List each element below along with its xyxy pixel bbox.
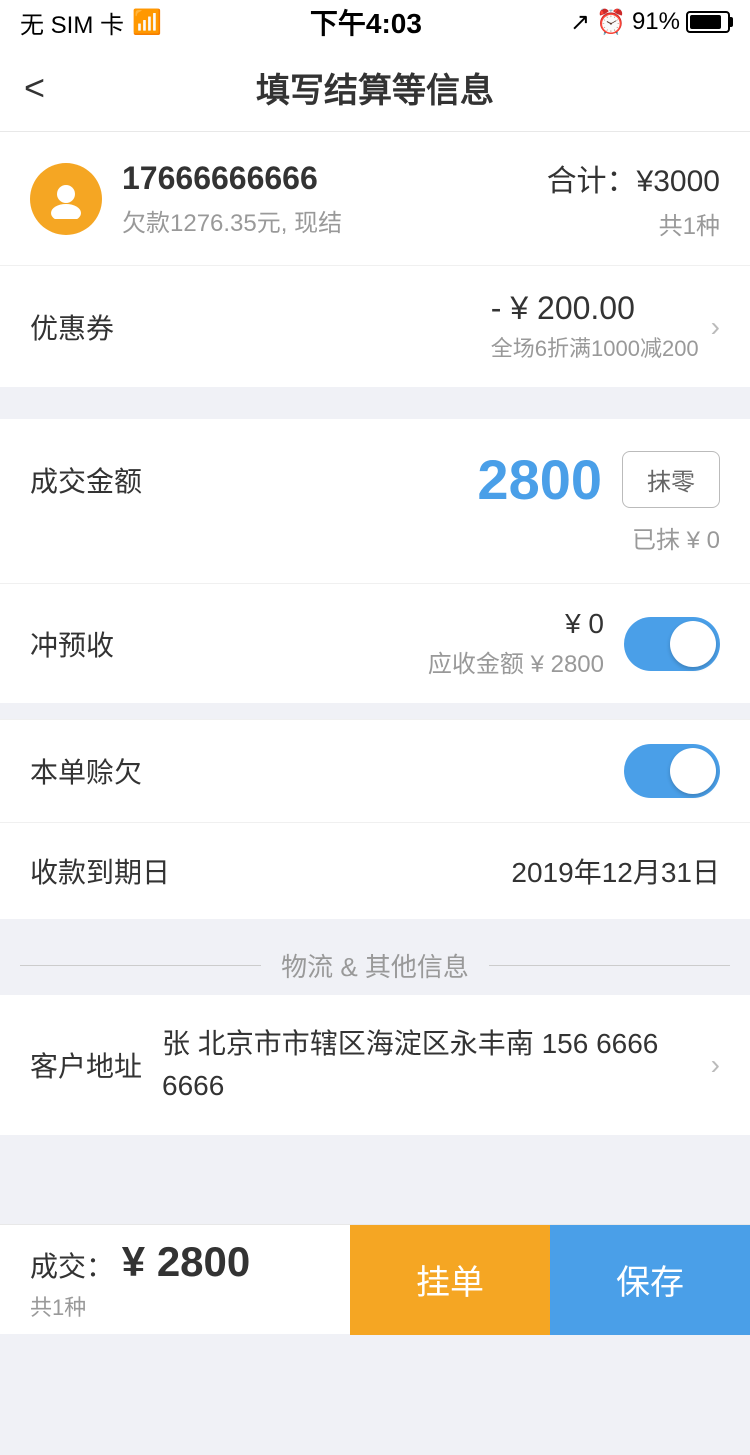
user-phone: 17666666666: [122, 160, 342, 197]
status-time: 下午4:03: [310, 2, 422, 42]
status-right: ↗ ⏰ 91%: [570, 8, 730, 37]
alarm-icon: ⏰: [596, 8, 626, 37]
address-chevron-icon: ›: [711, 1049, 720, 1081]
deferred-label: 本单赊欠: [30, 751, 142, 791]
section-divider-text: 物流 & 其他信息: [281, 947, 469, 984]
prepay-row: 冲预收 ¥ 0 应收金额 ¥ 2800: [0, 583, 750, 703]
deferred-toggle-knob: [670, 748, 716, 794]
due-date-value: 2019年12月31日: [511, 851, 720, 891]
deferred-toggle[interactable]: [624, 744, 720, 798]
amount-sub-text: 已抹 ¥ 0: [30, 520, 720, 555]
page-title: 填写结算等信息: [256, 63, 494, 112]
coupon-info: - ¥ 200.00 全场6折满1000减200: [491, 290, 699, 363]
status-bar: 无 SIM 卡 📶 下午4:03 ↗ ⏰ 91%: [0, 0, 750, 44]
coupon-desc: 全场6折满1000减200: [491, 331, 699, 363]
amount-value: 2800: [477, 447, 602, 512]
user-right: 合计：¥3000 共1种: [547, 156, 720, 241]
prepay-sub: 应收金额 ¥ 2800: [428, 644, 604, 679]
user-sub-text: 欠款1276.35元, 现结: [122, 203, 342, 238]
bottom-count: 共1种: [30, 1290, 320, 1322]
gray-separator-1: [0, 403, 750, 419]
hang-button[interactable]: 挂单: [350, 1225, 550, 1335]
nav-header: < 填写结算等信息: [0, 44, 750, 132]
address-label: 客户地址: [30, 1045, 142, 1085]
prepay-right: ¥ 0 应收金额 ¥ 2800: [428, 608, 720, 679]
gray-separator-3: [0, 919, 750, 935]
amount-row: 成交金额 2800 抹零: [30, 447, 720, 512]
due-date-row: 收款到期日 2019年12月31日: [0, 822, 750, 919]
section-divider: 物流 & 其他信息: [0, 935, 750, 995]
prepay-amount: ¥ 0: [428, 608, 604, 640]
user-card: 17666666666 欠款1276.35元, 现结 合计：¥3000 共1种 …: [0, 132, 750, 387]
deferred-row: 本单赊欠: [0, 719, 750, 822]
bottom-summary: 成交： ¥ 2800 共1种: [0, 1238, 350, 1322]
total-amount: 合计：¥3000: [547, 156, 720, 200]
status-left: 无 SIM 卡 📶: [20, 5, 162, 40]
prepay-toggle[interactable]: [624, 617, 720, 671]
avatar: [30, 163, 102, 235]
coupon-right: - ¥ 200.00 全场6折满1000减200 ›: [491, 290, 720, 363]
back-button[interactable]: <: [24, 67, 45, 109]
total-count: 共1种: [547, 206, 720, 241]
amount-label: 成交金额: [30, 460, 142, 500]
user-left: 17666666666 欠款1276.35元, 现结: [30, 160, 342, 238]
gray-separator-2: [0, 703, 750, 719]
bottom-bar: 成交： ¥ 2800 共1种 挂单 保存: [0, 1224, 750, 1334]
coupon-chevron-icon: ›: [711, 311, 720, 343]
user-info: 17666666666 欠款1276.35元, 现结: [122, 160, 342, 238]
amount-section: 成交金额 2800 抹零 已抹 ¥ 0: [0, 419, 750, 583]
user-row: 17666666666 欠款1276.35元, 现结 合计：¥3000 共1种: [0, 132, 750, 265]
location-icon: ↗: [570, 8, 590, 37]
coupon-row[interactable]: 优惠券 - ¥ 200.00 全场6折满1000减200 ›: [0, 265, 750, 387]
battery-icon: [686, 11, 730, 33]
sim-text: 无 SIM 卡: [20, 5, 124, 40]
prepay-label: 冲预收: [30, 624, 114, 664]
amount-value-wrap: 2800 抹零: [477, 447, 720, 512]
address-row[interactable]: 客户地址 张 北京市市辖区海淀区永丰南 156 6666 6666 ›: [0, 995, 750, 1135]
bottom-deal-label: 成交：: [30, 1251, 114, 1282]
bottom-deal-row: 成交： ¥ 2800: [30, 1238, 320, 1286]
prepay-info: ¥ 0 应收金额 ¥ 2800: [428, 608, 604, 679]
coupon-label: 优惠券: [30, 307, 114, 347]
moca-button[interactable]: 抹零: [622, 451, 720, 508]
save-button[interactable]: 保存: [550, 1225, 750, 1335]
due-date-label: 收款到期日: [30, 851, 170, 891]
address-value: 张 北京市市辖区海淀区永丰南 156 6666 6666: [162, 1023, 691, 1107]
prepay-toggle-knob: [670, 621, 716, 667]
battery-percent: 91%: [632, 8, 680, 36]
coupon-amount: - ¥ 200.00: [491, 290, 699, 327]
wifi-icon: 📶: [132, 8, 162, 37]
bottom-deal-amount: ¥ 2800: [122, 1238, 250, 1285]
